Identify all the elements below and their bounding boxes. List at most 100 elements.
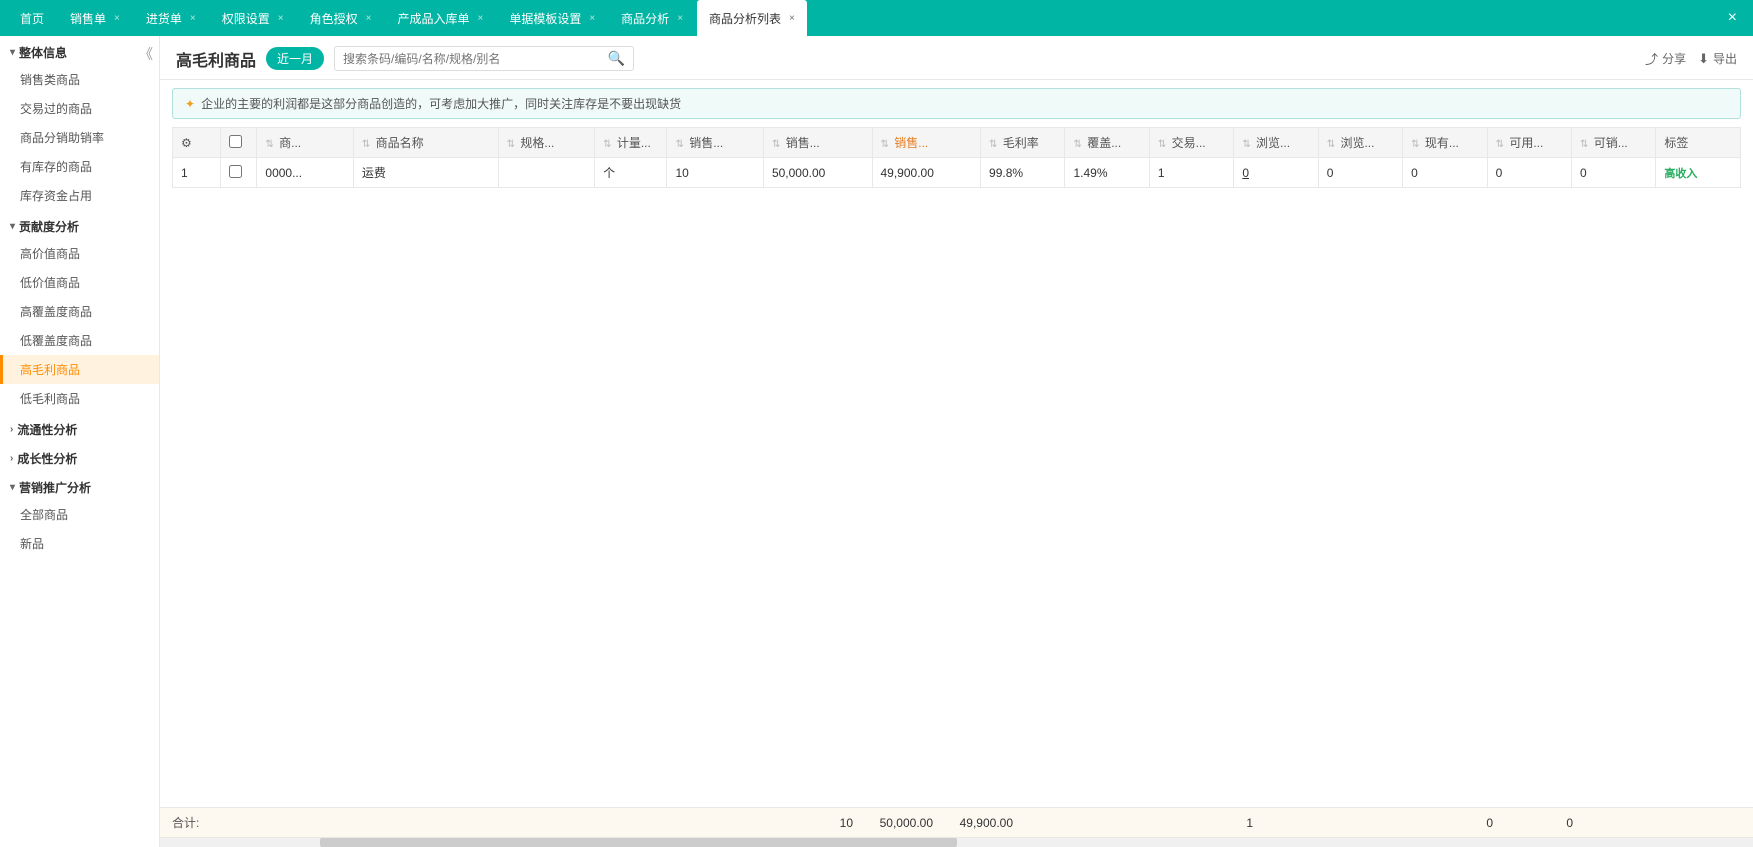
table-header-row: ⚙ ⇅ 商... ⇅ 商品名称 [173,128,1741,158]
window-close-button[interactable]: × [1720,9,1745,27]
col-header-tag: 标签 [1656,128,1741,158]
row-browse2: 0 [1318,158,1402,188]
row-unit: 个 [595,158,667,188]
sidebar: 《 ▾ 整体信息 销售类商品 交易过的商品 商品分销助销率 有库存的商品 库存资… [0,36,160,847]
row-code: 0000... [257,158,353,188]
close-icon[interactable]: × [114,13,120,24]
nav-permission[interactable]: 权限设置 × [210,0,296,36]
col-header-stock3: ⇅ 可销... [1572,128,1656,158]
col-header-sale3: ⇅ 销售... [872,128,981,158]
col-header-sale2: ⇅ 销售... [763,128,872,158]
sidebar-group-marketing[interactable]: ▾ 营销推广分析 [0,471,159,500]
sidebar-item-high-coverage[interactable]: 高覆盖度商品 [0,297,159,326]
row-gross-rate: 99.8% [981,158,1065,188]
nav-analysis-list[interactable]: 商品分析列表 × [697,0,807,36]
sidebar-item-all-goods[interactable]: 全部商品 [0,500,159,529]
export-icon: ⬇ [1698,51,1709,67]
col-header-gross-rate: ⇅ 毛利率 [981,128,1065,158]
expand-arrow-icon: ▾ [10,482,15,493]
col-header-browse1: ⇅ 浏览... [1234,128,1318,158]
nav-template[interactable]: 单据模板设置 × [497,0,607,36]
col-header-settings[interactable]: ⚙ [173,128,221,158]
close-icon[interactable]: × [190,13,196,24]
sidebar-group-growth[interactable]: › 成长性分析 [0,442,159,471]
export-button[interactable]: ⬇ 导出 [1698,50,1737,67]
nav-home[interactable]: 首页 [8,0,56,36]
sidebar-item-new-goods[interactable]: 新品 [0,529,159,558]
sidebar-item-high-margin[interactable]: 高毛利商品 [0,355,159,384]
sidebar-item-in-stock-goods[interactable]: 有库存的商品 [0,152,159,181]
footer-trade: 1 [1181,816,1261,830]
close-icon[interactable]: × [366,13,372,24]
col-header-code: ⇅ 商... [257,128,353,158]
content-area: 高毛利商品 近一月 🔍 ⤴ 分享 ⬇ 导出 ✦ 企业的主要的利润都是这部分商品创… [160,36,1753,847]
filter-recent-month-button[interactable]: 近一月 [266,47,324,70]
col-header-stock2: ⇅ 可用... [1487,128,1571,158]
top-nav: 首页 销售单 × 进货单 × 权限设置 × 角色授权 × 产成品入库单 × 单据… [0,0,1753,36]
close-icon[interactable]: × [789,13,795,24]
search-icon[interactable]: 🔍 [608,50,625,67]
tag-badge: 高收入 [1664,168,1697,180]
sidebar-item-stock-capital[interactable]: 库存资金占用 [0,181,159,210]
select-all-checkbox[interactable] [229,135,242,148]
row-sale3: 49,900.00 [872,158,981,188]
close-icon[interactable]: × [677,13,683,24]
share-icon: ⤴ [1645,49,1658,68]
col-header-unit: ⇅ 计量... [595,128,667,158]
expand-arrow-icon: › [10,424,13,435]
row-browse1[interactable]: 0 [1234,158,1318,188]
sidebar-item-low-coverage[interactable]: 低覆盖度商品 [0,326,159,355]
row-coverage: 1.49% [1065,158,1149,188]
row-checkbox[interactable] [229,165,242,178]
sidebar-item-low-value[interactable]: 低价值商品 [0,268,159,297]
data-table: ⚙ ⇅ 商... ⇅ 商品名称 [172,127,1741,188]
col-header-spec: ⇅ 规格... [498,128,594,158]
footer-stock2: 0 [1501,816,1581,830]
footer-sale3: 49,900.00 [941,816,1021,830]
expand-arrow-icon: › [10,453,13,464]
nav-role[interactable]: 角色授权 × [298,0,384,36]
sidebar-item-sales-goods[interactable]: 销售类商品 [0,65,159,94]
info-text: 企业的主要的利润都是这部分商品创造的，可考虑加大推广，同时关注库存是不要出现缺货 [201,95,681,112]
close-icon[interactable]: × [278,13,284,24]
sidebar-group-overview[interactable]: ▾ 整体信息 [0,36,159,65]
search-input[interactable] [343,52,604,66]
col-header-sale1: ⇅ 销售... [667,128,763,158]
nav-sales[interactable]: 销售单 × [58,0,132,36]
browse1-link[interactable]: 0 [1242,166,1249,180]
sidebar-item-high-value[interactable]: 高价值商品 [0,239,159,268]
sidebar-item-low-margin[interactable]: 低毛利商品 [0,384,159,413]
nav-analysis[interactable]: 商品分析 × [609,0,695,36]
footer-stock1: 0 [1421,816,1501,830]
sidebar-group-contribution[interactable]: ▾ 贡献度分析 [0,210,159,239]
nav-product-in[interactable]: 产成品入库单 × [385,0,495,36]
header-actions: ⤴ 分享 ⬇ 导出 [1645,49,1737,68]
table-footer: 合计: 10 50,000.00 49,900.00 1 0 0 [160,807,1753,837]
info-icon: ✦ [185,97,195,111]
sidebar-group-liquidity[interactable]: › 流通性分析 [0,413,159,442]
col-header-checkbox[interactable] [221,128,257,158]
row-trade: 1 [1149,158,1233,188]
expand-arrow-icon: ▾ [10,221,15,232]
sidebar-item-distribution-rate[interactable]: 商品分销助销率 [0,123,159,152]
row-name: 运费 [353,158,498,188]
sidebar-collapse-button[interactable]: 《 [139,44,153,64]
row-stock3: 0 [1572,158,1656,188]
nav-purchase[interactable]: 进货单 × [134,0,208,36]
content-header: 高毛利商品 近一月 🔍 ⤴ 分享 ⬇ 导出 [160,36,1753,80]
row-checkbox-cell[interactable] [221,158,257,188]
main-layout: 《 ▾ 整体信息 销售类商品 交易过的商品 商品分销助销率 有库存的商品 库存资… [0,36,1753,847]
search-box[interactable]: 🔍 [334,46,634,71]
horizontal-scrollbar[interactable] [160,837,1753,847]
footer-sale2: 50,000.00 [861,816,941,830]
row-stock1: 0 [1403,158,1487,188]
col-header-coverage: ⇅ 覆盖... [1065,128,1149,158]
row-sale1: 10 [667,158,763,188]
share-button[interactable]: ⤴ 分享 [1645,49,1686,68]
settings-icon[interactable]: ⚙ [181,136,192,150]
row-num: 1 [173,158,221,188]
close-icon[interactable]: × [589,13,595,24]
sidebar-item-traded-goods[interactable]: 交易过的商品 [0,94,159,123]
close-icon[interactable]: × [477,13,483,24]
footer-label: 合计: [172,814,219,831]
